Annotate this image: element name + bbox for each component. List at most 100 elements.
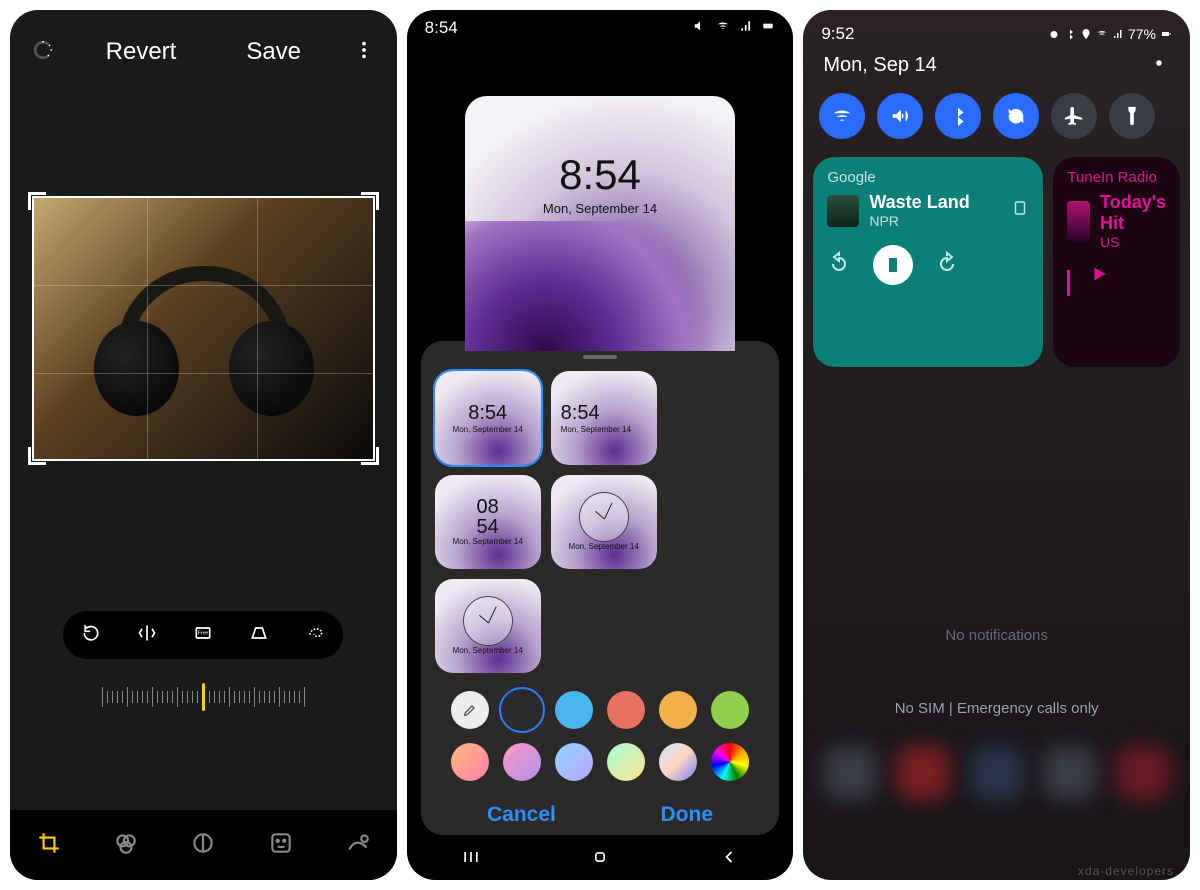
cancel-button[interactable]: Cancel <box>487 803 556 827</box>
more-icon[interactable] <box>353 39 375 66</box>
tone-tab-icon[interactable] <box>190 830 216 861</box>
qs-sound-icon[interactable] <box>877 93 923 139</box>
qs-rotate-icon[interactable] <box>993 93 1039 139</box>
crop-handle-bl[interactable] <box>28 447 46 465</box>
color-swatch[interactable] <box>555 691 593 729</box>
status-icons <box>689 18 775 38</box>
draw-tab-icon[interactable] <box>345 830 371 861</box>
crop-handle-br[interactable] <box>361 447 379 465</box>
crop-tab-icon[interactable] <box>36 830 62 861</box>
revert-button[interactable]: Revert <box>106 38 177 66</box>
clock-style-screen: 8:54 8:54 Mon, September 14 8:54Mon, Sep… <box>407 10 794 880</box>
home-button[interactable] <box>590 847 610 872</box>
sim-status-label: No SIM | Emergency calls only <box>803 700 1190 717</box>
qs-airplane-icon[interactable] <box>1051 93 1097 139</box>
watermark: xda-developers <box>1078 864 1174 878</box>
lockscreen-preview: 8:54 Mon, September 14 <box>465 96 735 351</box>
color-swatch[interactable] <box>555 743 593 781</box>
blurred-dock <box>813 746 1180 800</box>
color-swatch[interactable] <box>711 743 749 781</box>
preview-clock: 8:54 <box>465 151 735 199</box>
color-swatch[interactable] <box>659 743 697 781</box>
save-button[interactable]: Save <box>246 38 301 66</box>
location-icon <box>1080 28 1092 40</box>
signal-icon <box>739 19 753 33</box>
clock-style-thumb[interactable]: Mon, September 14 <box>435 579 541 673</box>
play-button[interactable] <box>1088 263 1110 290</box>
color-swatch[interactable] <box>607 691 645 729</box>
media-artist: US <box>1100 234 1166 250</box>
media-row: Google Waste Land NPR TuneIn Radio <box>803 157 1190 367</box>
rotate-icon[interactable] <box>81 623 101 648</box>
signal-icon <box>1112 28 1124 40</box>
color-swatch[interactable] <box>503 743 541 781</box>
crop-handle-tl[interactable] <box>28 192 46 210</box>
rewind-10-icon[interactable] <box>827 251 851 280</box>
quick-settings-row <box>803 93 1190 157</box>
preview-date: Mon, September 14 <box>465 201 735 216</box>
qs-flashlight-icon[interactable] <box>1109 93 1155 139</box>
drawer-handle[interactable] <box>583 355 617 359</box>
crop-toolbar: Free <box>63 611 343 659</box>
cast-icon[interactable] <box>1011 199 1029 222</box>
notification-shade-screen: 9:52 77% Mon, Sep 14 Google Waste Land N… <box>803 10 1190 880</box>
status-time: 8:54 <box>425 18 458 38</box>
photo-editor-screen: Revert Save Free <box>10 10 397 880</box>
clock-style-thumb[interactable]: 0854Mon, September 14 <box>435 475 541 569</box>
media-title: Waste Land <box>869 192 969 213</box>
auto-enhance-icon[interactable] <box>32 39 54 66</box>
color-swatch[interactable] <box>503 691 541 729</box>
date-row: Mon, Sep 14 <box>803 48 1190 93</box>
filter-tab-icon[interactable] <box>113 830 139 861</box>
pause-button[interactable] <box>873 245 913 285</box>
alarm-icon <box>1048 28 1060 40</box>
back-button[interactable] <box>719 847 739 872</box>
qs-bluetooth-icon[interactable] <box>935 93 981 139</box>
color-swatch[interactable] <box>659 691 697 729</box>
color-swatch[interactable] <box>711 691 749 729</box>
media-artist: NPR <box>869 213 969 229</box>
crop-handle-tr[interactable] <box>361 192 379 210</box>
media-app-label: TuneIn Radio <box>1067 169 1157 186</box>
clock-style-thumb[interactable]: 8:54Mon, September 14 <box>551 371 657 465</box>
clock-style-thumb[interactable]: Mon, September 14 <box>551 475 657 569</box>
svg-text:Free: Free <box>198 630 209 636</box>
clock-style-list: 8:54Mon, September 148:54Mon, September … <box>435 371 766 673</box>
battery-icon <box>761 19 775 33</box>
battery-pct: 77% <box>1128 26 1156 42</box>
media-title: Today's Hit <box>1100 192 1166 234</box>
forward-30-icon[interactable] <box>935 251 959 280</box>
color-swatch[interactable] <box>451 743 489 781</box>
album-art-icon <box>1067 201 1090 241</box>
status-bar: 8:54 <box>407 10 794 46</box>
no-notifications-label: No notifications <box>803 627 1190 644</box>
photo-preview <box>32 196 375 461</box>
media-card-tunein[interactable]: TuneIn Radio Today's Hit US <box>1053 157 1180 367</box>
media-card-google[interactable]: Google Waste Land NPR <box>813 157 1043 367</box>
status-time: 9:52 <box>821 24 854 44</box>
recents-button[interactable] <box>461 847 481 872</box>
sticker-tab-icon[interactable] <box>268 830 294 861</box>
rotation-ruler[interactable] <box>10 677 397 717</box>
color-swatch[interactable] <box>607 743 645 781</box>
editor-toolbar: Revert Save <box>10 10 397 76</box>
nav-bar <box>407 839 794 880</box>
lasso-icon[interactable] <box>305 623 325 648</box>
perspective-icon[interactable] <box>249 623 269 648</box>
clock-style-thumb[interactable]: 8:54Mon, September 14 <box>435 371 541 465</box>
done-button[interactable]: Done <box>661 803 714 827</box>
free-ratio-icon[interactable]: Free <box>193 623 213 648</box>
style-drawer: 8:54Mon, September 148:54Mon, September … <box>421 341 780 835</box>
editor-bottom-tabs <box>10 810 397 880</box>
mute-icon <box>693 19 707 33</box>
qs-wifi-icon[interactable] <box>819 93 865 139</box>
status-bar: 9:52 77% <box>803 10 1190 48</box>
media-progress-start <box>1067 270 1070 296</box>
color-edit-icon[interactable] <box>451 691 489 729</box>
wifi-icon <box>1096 28 1108 40</box>
crop-canvas[interactable] <box>32 196 375 461</box>
status-icons: 77% <box>1048 26 1172 42</box>
wifi-icon <box>716 19 730 33</box>
settings-icon[interactable] <box>1148 52 1170 79</box>
flip-icon[interactable] <box>137 623 157 648</box>
